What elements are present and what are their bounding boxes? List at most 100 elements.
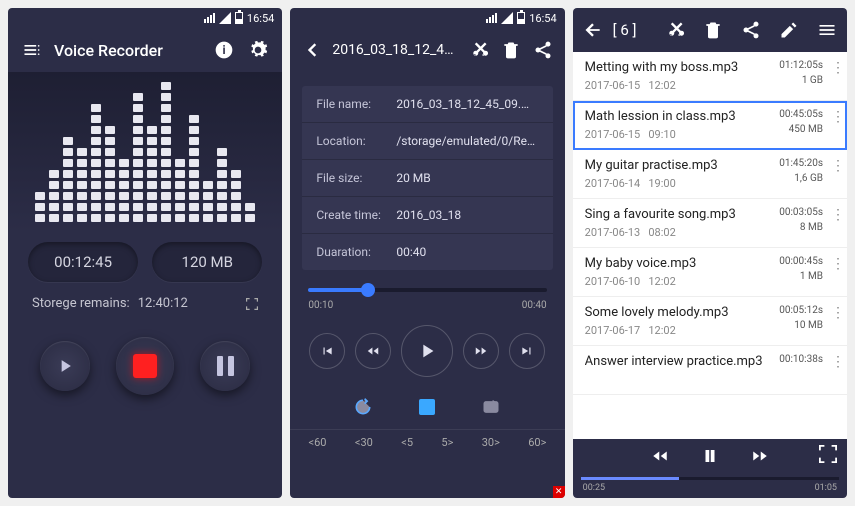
battery-icon bbox=[517, 12, 525, 24]
list-item[interactable]: Answer interview practice.mp3 00:10:38s⋮ bbox=[573, 346, 847, 395]
skip-end-icon[interactable] bbox=[509, 333, 545, 369]
seek-slider[interactable] bbox=[290, 270, 564, 296]
filename-value: 2016_03_18_12_45_09.mp3 bbox=[396, 97, 538, 111]
create-value: 2016_03_18 bbox=[396, 208, 538, 222]
player-controls bbox=[290, 319, 564, 383]
list-item[interactable]: Metting with my boss.mp32017-06-15 12:02… bbox=[573, 52, 847, 101]
main-controls bbox=[8, 323, 282, 409]
cut-icon[interactable] bbox=[663, 18, 687, 42]
skip-option[interactable]: <60 bbox=[309, 436, 327, 449]
more-icon[interactable]: ⋮ bbox=[831, 115, 845, 119]
item-datetime: 2017-06-15 12:02 bbox=[585, 79, 780, 92]
menu-icon[interactable] bbox=[20, 38, 44, 62]
back-icon[interactable] bbox=[300, 38, 324, 62]
more-icon[interactable]: ⋮ bbox=[831, 311, 845, 315]
rewind-icon[interactable] bbox=[355, 333, 391, 369]
more-icon[interactable]: ⋮ bbox=[831, 66, 845, 70]
skip-option[interactable]: 5> bbox=[441, 436, 453, 449]
loop-icon[interactable] bbox=[479, 395, 503, 419]
signal-icon bbox=[501, 12, 513, 24]
play-icon[interactable] bbox=[401, 325, 453, 377]
wifi-icon bbox=[486, 13, 497, 23]
storage-row: Storege remains: 12:40:12 bbox=[8, 292, 282, 323]
total-time: 00:40 bbox=[522, 300, 547, 311]
recordings-list[interactable]: Metting with my boss.mp32017-06-15 12:02… bbox=[573, 52, 847, 439]
clock: 16:54 bbox=[529, 12, 556, 25]
list-item[interactable]: My baby voice.mp32017-06-10 12:0200:00:4… bbox=[573, 248, 847, 297]
item-duration: 00:03:05s bbox=[779, 207, 823, 218]
skip-option[interactable]: 60> bbox=[528, 436, 546, 449]
list-item[interactable]: Some lovely melody.mp32017-06-17 12:0200… bbox=[573, 297, 847, 346]
more-icon[interactable]: ⋮ bbox=[831, 164, 845, 168]
item-title: My baby voice.mp3 bbox=[585, 256, 780, 271]
skip-option[interactable]: <30 bbox=[355, 436, 373, 449]
info-icon[interactable]: i bbox=[212, 38, 236, 62]
play-button[interactable] bbox=[40, 341, 90, 391]
storage-value: 12:40:12 bbox=[138, 296, 188, 311]
item-title: Some lovely melody.mp3 bbox=[585, 305, 780, 320]
app-title: Voice Recorder bbox=[54, 41, 202, 60]
item-size: 10 MB bbox=[794, 320, 823, 331]
duration-label: Duaration: bbox=[316, 245, 396, 259]
item-duration: 00:00:45s bbox=[779, 256, 823, 267]
forward-icon[interactable] bbox=[751, 447, 769, 469]
item-datetime: 2017-06-15 09:10 bbox=[585, 128, 780, 141]
cut-icon[interactable] bbox=[467, 38, 491, 62]
expand-icon[interactable] bbox=[246, 298, 258, 310]
topbar: 2016_03_18_12_45_... bbox=[290, 28, 564, 72]
item-duration: 00:10:38s bbox=[779, 354, 823, 365]
pause-button[interactable] bbox=[200, 341, 250, 391]
more-icon[interactable]: ⋮ bbox=[831, 262, 845, 266]
location-value: /storage/emulated/0/Recorders/ bbox=[396, 134, 538, 148]
storage-label: Storege remains: bbox=[32, 296, 130, 311]
skip-row: <60 <30 <5 5> 30> 60> bbox=[290, 429, 564, 455]
statusbar: 16:54 bbox=[8, 8, 282, 28]
close-icon[interactable]: ✕ bbox=[553, 486, 565, 498]
list-item[interactable]: My guitar practise.mp3 2017-06-14 19:00 01… bbox=[573, 150, 847, 199]
more-icon[interactable]: ⋮ bbox=[831, 360, 845, 364]
edit-icon[interactable] bbox=[777, 18, 801, 42]
item-duration: 00:45:05s bbox=[779, 109, 823, 120]
screen-recorder: 16:54 Voice Recorder i 00:12:45 120 MB S… bbox=[8, 8, 282, 498]
more-icon[interactable]: ⋮ bbox=[831, 213, 845, 217]
screen-list: [ 6 ] Metting with my boss.mp32017-06-15… bbox=[573, 8, 847, 498]
gear-icon[interactable] bbox=[246, 38, 270, 62]
item-datetime bbox=[585, 373, 780, 386]
back-icon[interactable] bbox=[581, 18, 605, 42]
item-datetime: 2017-06-14 19:00 bbox=[585, 177, 780, 190]
wifi-icon bbox=[204, 13, 215, 23]
mini-seek-slider[interactable] bbox=[581, 477, 839, 480]
skip-option[interactable]: 30> bbox=[482, 436, 500, 449]
forward-icon[interactable] bbox=[463, 333, 499, 369]
item-title: My guitar practise.mp3 bbox=[585, 158, 780, 173]
expand-icon[interactable] bbox=[819, 445, 837, 467]
selection-count: [ 6 ] bbox=[613, 21, 655, 39]
topbar: [ 6 ] bbox=[573, 8, 847, 52]
battery-icon bbox=[235, 12, 243, 24]
stop-icon[interactable] bbox=[415, 395, 439, 419]
list-item[interactable]: Sing a favourite song.mp32017-06-13 08:0… bbox=[573, 199, 847, 248]
list-item[interactable]: Math lession in class.mp3 2017-06-15 09:1… bbox=[573, 101, 847, 150]
item-size: 8 MB bbox=[800, 222, 823, 233]
duration-value: 00:40 bbox=[396, 245, 538, 259]
equalizer bbox=[8, 72, 282, 232]
elapsed-time: 00:12:45 bbox=[28, 242, 138, 282]
item-size: 450 MB bbox=[789, 124, 823, 135]
clock: 16:54 bbox=[247, 12, 274, 25]
item-duration: 01:45:20s bbox=[779, 158, 823, 169]
rewind-icon[interactable] bbox=[651, 447, 669, 469]
skip-option[interactable]: <5 bbox=[401, 436, 413, 449]
menu-icon[interactable] bbox=[815, 18, 839, 42]
item-size: 1,6 GB bbox=[794, 173, 823, 184]
share-icon[interactable] bbox=[739, 18, 763, 42]
item-title: Math lession in class.mp3 bbox=[585, 109, 780, 124]
pause-icon[interactable] bbox=[701, 447, 719, 469]
delete-icon[interactable] bbox=[499, 38, 523, 62]
mini-player: 00:25 01:05 bbox=[573, 439, 847, 498]
record-button[interactable] bbox=[116, 337, 174, 395]
filesize-value: 20 MB bbox=[396, 171, 538, 185]
skip-start-icon[interactable] bbox=[309, 333, 345, 369]
replay-icon[interactable] bbox=[351, 395, 375, 419]
share-icon[interactable] bbox=[531, 38, 555, 62]
delete-icon[interactable] bbox=[701, 18, 725, 42]
